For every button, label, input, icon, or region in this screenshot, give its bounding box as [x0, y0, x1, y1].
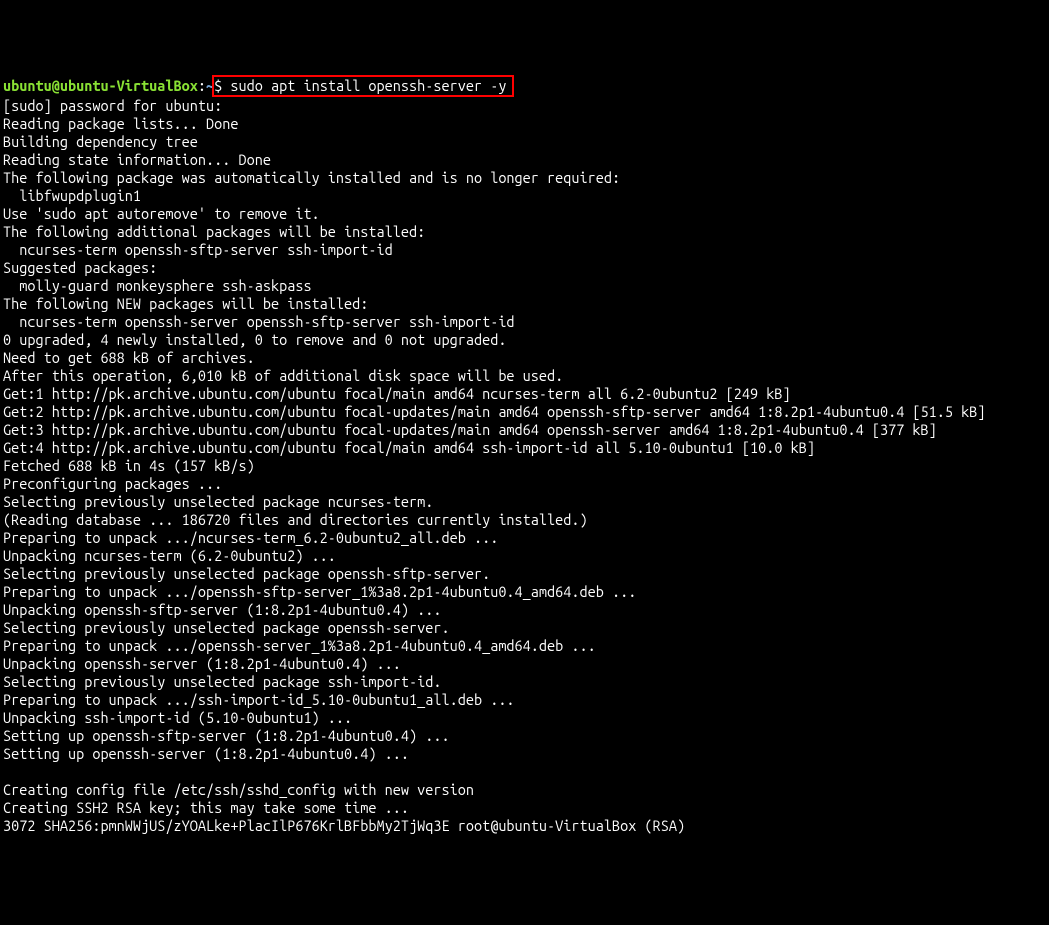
terminal-output-line: Unpacking openssh-server (1:8.2p1-4ubunt…	[3, 655, 401, 672]
prompt-dollar: $	[214, 77, 230, 94]
terminal-output-line: Preconfiguring packages ...	[3, 475, 222, 492]
terminal-output-line: Get:3 http://pk.archive.ubuntu.com/ubunt…	[3, 421, 937, 438]
terminal-output-line: 0 upgraded, 4 newly installed, 0 to remo…	[3, 331, 506, 348]
terminal-output-line: Unpacking openssh-sftp-server (1:8.2p1-4…	[3, 601, 441, 618]
terminal-output-line: Get:2 http://pk.archive.ubuntu.com/ubunt…	[3, 403, 986, 420]
terminal-output-line: libfwupdplugin1	[3, 187, 141, 204]
terminal-output-line: Creating config file /etc/ssh/sshd_confi…	[3, 781, 474, 798]
terminal-window[interactable]: ubuntu@ubuntu-VirtualBox:~$ sudo apt ins…	[3, 75, 1046, 835]
terminal-output-line: Preparing to unpack .../ssh-import-id_5.…	[3, 691, 515, 708]
terminal-output-line: Unpacking ncurses-term (6.2-0ubuntu2) ..…	[3, 547, 336, 564]
terminal-output-line: Selecting previously unselected package …	[3, 619, 450, 636]
terminal-output-line: Suggested packages:	[3, 259, 157, 276]
terminal-output-line: Get:4 http://pk.archive.ubuntu.com/ubunt…	[3, 439, 815, 456]
terminal-output-line: Get:1 http://pk.archive.ubuntu.com/ubunt…	[3, 385, 791, 402]
terminal-output-line: Preparing to unpack .../openssh-server_1…	[3, 637, 596, 654]
terminal-output-line: [sudo] password for ubuntu:	[3, 97, 222, 114]
terminal-output-line: Fetched 688 kB in 4s (157 kB/s)	[3, 457, 255, 474]
terminal-output-line: The following additional packages will b…	[3, 223, 425, 240]
terminal-output-line: Creating SSH2 RSA key; this may take som…	[3, 799, 409, 816]
prompt-colon: :	[198, 77, 206, 94]
terminal-output-line: The following NEW packages will be insta…	[3, 295, 368, 312]
terminal-output-line: molly-guard monkeysphere ssh-askpass	[3, 277, 312, 294]
terminal-output-line: Building dependency tree	[3, 133, 198, 150]
terminal-output-line: Preparing to unpack .../openssh-sftp-ser…	[3, 583, 636, 600]
highlighted-command: $ sudo apt install openssh-server -y	[212, 75, 514, 97]
command-text: sudo apt install openssh-server -y	[230, 77, 506, 94]
terminal-output-line: Selecting previously unselected package …	[3, 673, 441, 690]
terminal-output-line: Selecting previously unselected package …	[3, 565, 490, 582]
terminal-output-line: ncurses-term openssh-server openssh-sftp…	[3, 313, 515, 330]
terminal-output-line: Preparing to unpack .../ncurses-term_6.2…	[3, 529, 498, 546]
terminal-output-line: Need to get 688 kB of archives.	[3, 349, 255, 366]
prompt-user: ubuntu@ubuntu-VirtualBox	[3, 77, 198, 94]
terminal-output-line: Unpacking ssh-import-id (5.10-0ubuntu1) …	[3, 709, 352, 726]
terminal-output-line: Use 'sudo apt autoremove' to remove it.	[3, 205, 320, 222]
terminal-output-line: The following package was automatically …	[3, 169, 620, 186]
terminal-output-line: 3072 SHA256:pmnWWjUS/zYOALke+PlacIlP676K…	[3, 817, 685, 834]
terminal-output-line: Setting up openssh-sftp-server (1:8.2p1-…	[3, 727, 450, 744]
terminal-output-line: (Reading database ... 186720 files and d…	[3, 511, 588, 528]
terminal-output-line: Reading package lists... Done	[3, 115, 238, 132]
terminal-output-line: Selecting previously unselected package …	[3, 493, 433, 510]
terminal-output-line: Setting up openssh-server (1:8.2p1-4ubun…	[3, 745, 409, 762]
terminal-output-line: Reading state information... Done	[3, 151, 271, 168]
terminal-output-line: After this operation, 6,010 kB of additi…	[3, 367, 563, 384]
terminal-output-line: ncurses-term openssh-sftp-server ssh-imp…	[3, 241, 393, 258]
